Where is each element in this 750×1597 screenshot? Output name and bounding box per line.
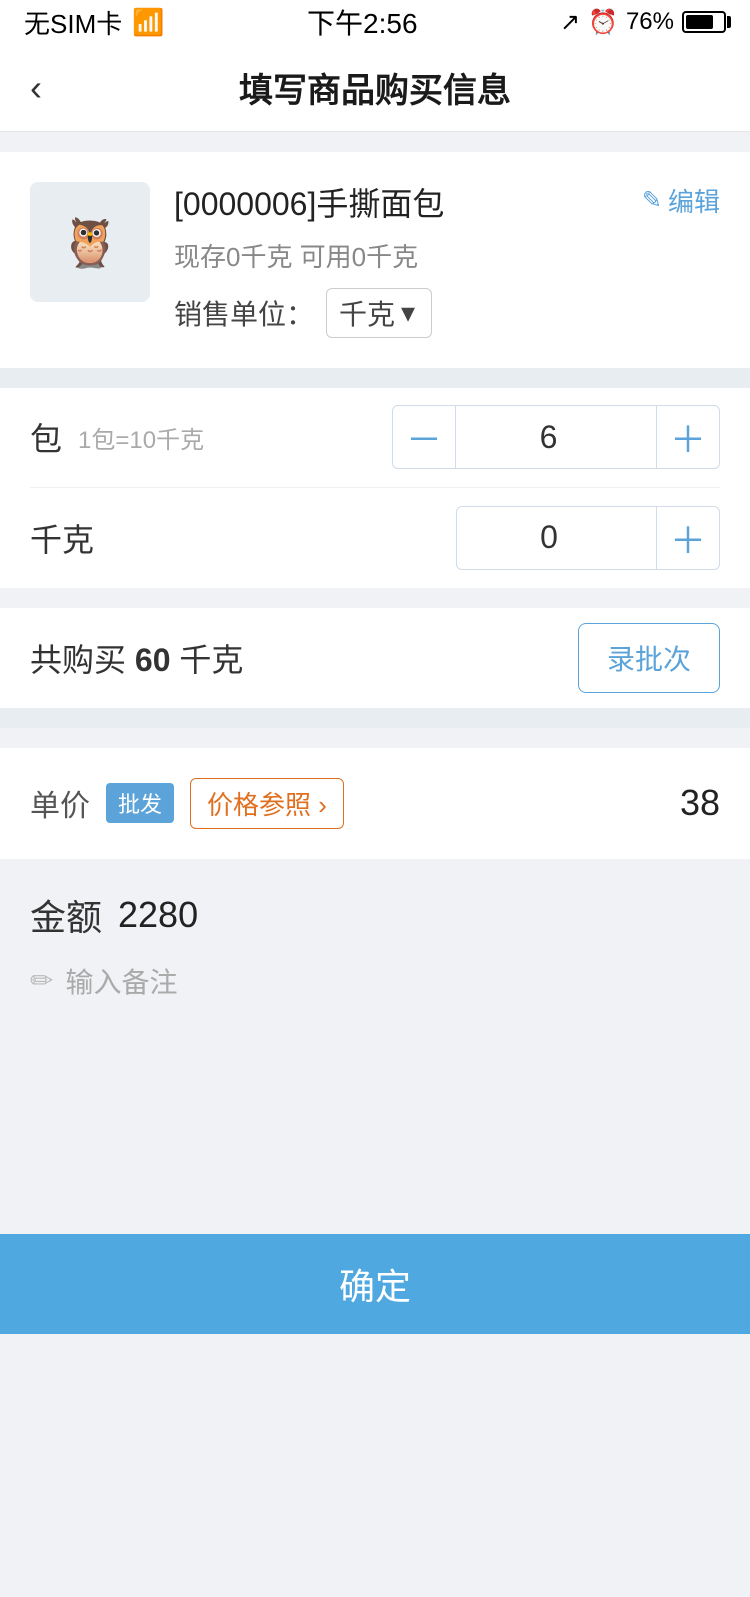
- batch-button[interactable]: 录批次: [578, 623, 720, 693]
- section-divider-2: [0, 708, 750, 728]
- unit-dropdown[interactable]: 千克 ▾: [326, 288, 432, 338]
- kilogram-row: 千克 ＋: [30, 488, 720, 588]
- price-tag: 批发: [106, 783, 174, 823]
- page-title: 填写商品购买信息: [239, 63, 511, 112]
- product-thumbnail: 🦉: [60, 214, 120, 271]
- edit-icon: ✎: [642, 186, 662, 215]
- summary-text: 共购买 60 千克: [30, 635, 243, 681]
- price-section: 单价 批发 价格参照 › 38: [0, 748, 750, 859]
- nav-bar: ‹ 填写商品购买信息: [0, 44, 750, 132]
- summary-quantity: 60: [135, 642, 179, 678]
- product-name: [0000006]手撕面包: [174, 182, 720, 227]
- status-bar: 无SIM卡 📶 下午2:56 ↗ ⏰ 76%: [0, 0, 750, 44]
- kilogram-controls: ＋: [456, 506, 720, 570]
- status-time: 下午2:56: [307, 2, 418, 42]
- location-icon: ↗: [560, 8, 580, 37]
- battery-fill: [686, 15, 713, 29]
- unit-label: 销售单位：: [174, 293, 314, 333]
- package-minus-button[interactable]: －: [392, 405, 456, 469]
- remark-placeholder: 输入备注: [65, 961, 177, 1001]
- kilogram-plus-button[interactable]: ＋: [656, 506, 720, 570]
- summary-section: 共购买 60 千克 录批次: [0, 608, 750, 708]
- summary-unit: 千克: [179, 642, 243, 678]
- status-right: ↗ ⏰ 76%: [560, 8, 726, 37]
- package-hint: 1包=10千克: [78, 420, 204, 455]
- pencil-icon: ✏: [30, 964, 53, 997]
- alarm-icon: ⏰: [588, 8, 618, 37]
- package-label: 包 1包=10千克: [30, 414, 204, 460]
- edit-button[interactable]: ✎ 编辑: [642, 182, 720, 219]
- amount-label: 金额: [30, 889, 102, 941]
- package-plus-button[interactable]: ＋: [656, 405, 720, 469]
- confirm-bar[interactable]: 确定: [0, 1234, 750, 1334]
- kilogram-label: 千克: [30, 515, 94, 561]
- price-ref-button[interactable]: 价格参照 ›: [190, 778, 344, 829]
- product-unit-row: 销售单位： 千克 ▾: [174, 288, 720, 338]
- package-row: 包 1包=10千克 － ＋: [30, 388, 720, 488]
- price-row: 单价 批发 价格参照 › 38: [30, 778, 720, 829]
- status-left: 无SIM卡 📶: [24, 4, 165, 41]
- amount-row: 金额 2280: [30, 889, 720, 941]
- amount-section: 金额 2280 ✏ 输入备注: [0, 859, 750, 1017]
- section-divider-1: [0, 368, 750, 388]
- package-controls: － ＋: [392, 405, 720, 469]
- product-stock: 现存0千克 可用0千克: [174, 237, 720, 274]
- remark-row[interactable]: ✏ 输入备注: [30, 961, 720, 1001]
- back-button[interactable]: ‹: [30, 67, 42, 109]
- quantity-section: 包 1包=10千克 － ＋ 千克 ＋: [0, 388, 750, 588]
- battery-icon: [682, 11, 726, 33]
- summary-prefix: 共购买: [30, 642, 135, 678]
- package-input[interactable]: [456, 405, 656, 469]
- kilogram-input[interactable]: [456, 506, 656, 570]
- price-label: 单价: [30, 781, 90, 825]
- carrier-label: 无SIM卡: [24, 4, 122, 41]
- bottom-spacer: [0, 1497, 750, 1597]
- price-value: 38: [680, 782, 720, 824]
- edit-label: 编辑: [668, 182, 720, 219]
- unit-value: 千克: [339, 293, 395, 333]
- package-text: 包: [30, 414, 62, 460]
- product-image: 🦉: [30, 182, 150, 302]
- wifi-icon: 📶: [132, 7, 164, 38]
- dropdown-arrow: ▾: [401, 296, 415, 329]
- kilogram-text: 千克: [30, 515, 94, 561]
- confirm-button-label: 确定: [339, 1258, 411, 1310]
- product-card: 🦉 [0000006]手撕面包 现存0千克 可用0千克 销售单位： 千克 ▾ ✎…: [0, 152, 750, 368]
- product-info: [0000006]手撕面包 现存0千克 可用0千克 销售单位： 千克 ▾: [174, 182, 720, 338]
- battery-percent: 76%: [626, 8, 674, 36]
- amount-value: 2280: [118, 894, 198, 936]
